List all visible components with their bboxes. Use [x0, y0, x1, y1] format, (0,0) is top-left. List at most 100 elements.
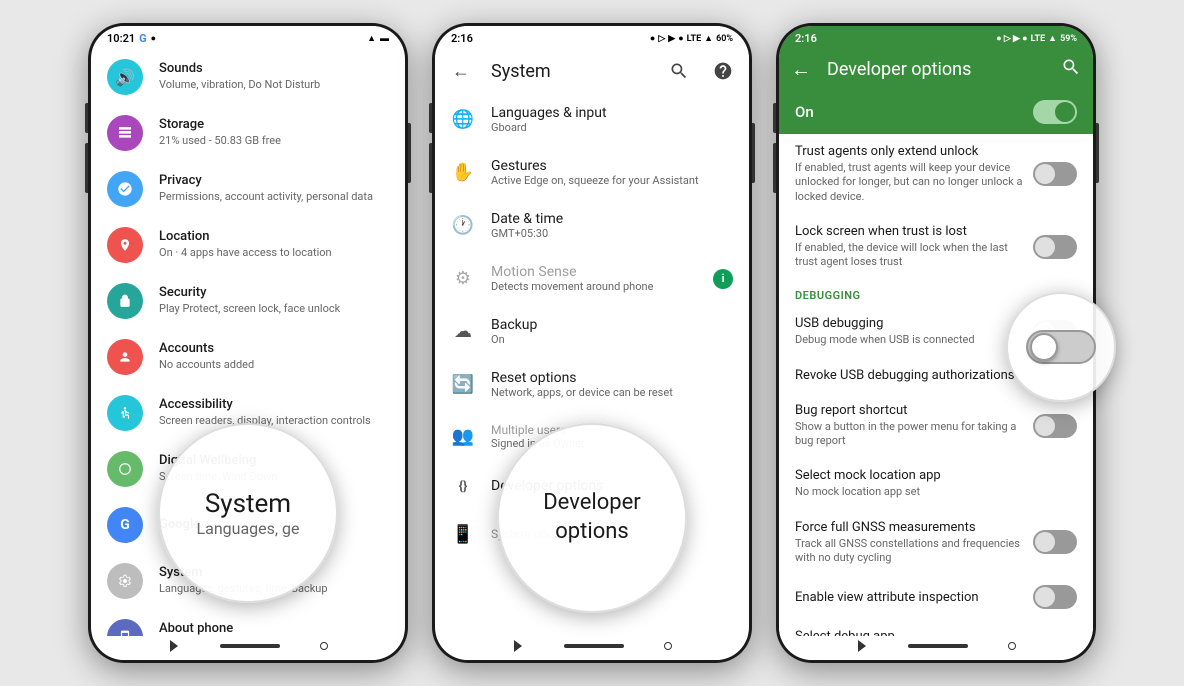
- on-label: On: [795, 103, 814, 121]
- view-attribute-toggle[interactable]: [1033, 585, 1077, 609]
- mock-location-subtitle: No mock location app set: [795, 485, 1077, 499]
- gnss-toggle[interactable]: [1033, 530, 1077, 554]
- privacy-title: Privacy: [159, 173, 389, 190]
- list-item-privacy[interactable]: Privacy Permissions, account activity, p…: [91, 161, 405, 217]
- usb-debugging-subtitle: Debug mode when USB is connected: [795, 333, 1025, 347]
- dev-item-lock-screen[interactable]: Lock screen when trust is lost If enable…: [779, 214, 1093, 280]
- app-bar-2: ← System: [435, 49, 749, 93]
- battery-icon: ▬: [380, 33, 389, 44]
- zoom-text-2: Developer options: [509, 489, 675, 546]
- list-item-security[interactable]: Security Play Protect, screen lock, face…: [91, 273, 405, 329]
- recents-button-2[interactable]: [664, 642, 672, 650]
- languages-title: Languages & input: [491, 105, 733, 121]
- dev-item-view-attribute[interactable]: Enable view attribute inspection: [779, 575, 1093, 619]
- lte-label-2: LTE: [687, 34, 702, 44]
- gestures-subtitle: Active Edge on, squeeze for your Assista…: [491, 174, 733, 187]
- time-3: 2:16: [795, 32, 817, 45]
- list-item-storage[interactable]: Storage 21% used - 50.83 GB free: [91, 105, 405, 161]
- accounts-icon: [107, 339, 143, 375]
- home-button-3[interactable]: [908, 644, 968, 648]
- reset-icon: 🔄: [451, 373, 475, 397]
- dev-bar-title: Developer options: [827, 59, 1045, 80]
- motion-badge: i: [713, 269, 733, 289]
- list-item-location[interactable]: Location On · 4 apps have access to loca…: [91, 217, 405, 273]
- trust-agents-toggle[interactable]: [1033, 162, 1077, 186]
- back-arrow-2[interactable]: ←: [447, 57, 475, 85]
- system-item-backup[interactable]: ☁ Backup On: [435, 305, 749, 358]
- security-title: Security: [159, 285, 389, 302]
- gestures-title: Gestures: [491, 158, 733, 174]
- languages-subtitle: Gboard: [491, 121, 733, 134]
- security-icon: [107, 283, 143, 319]
- status-bar-2: 2:16 ● ▷ ▶ ● LTE ▲ 60%: [435, 26, 749, 49]
- home-button-2[interactable]: [564, 644, 624, 648]
- signal-icon-2: ●: [678, 33, 683, 44]
- bug-report-toggle[interactable]: [1033, 414, 1077, 438]
- motion-subtitle: Detects movement around phone: [491, 280, 697, 293]
- system-icon: [107, 563, 143, 599]
- search-icon-2[interactable]: [665, 57, 693, 85]
- dev-app-bar: ← Developer options: [779, 49, 1093, 90]
- battery-3: 59%: [1060, 34, 1077, 44]
- dev-item-gnss[interactable]: Force full GNSS measurements Track all G…: [779, 510, 1093, 576]
- back-button-3[interactable]: [858, 640, 866, 652]
- time-1: 10:21: [107, 32, 135, 45]
- view-attribute-title: Enable view attribute inspection: [795, 590, 1025, 605]
- system-item-motion[interactable]: ⚙ Motion Sense Detects movement around p…: [435, 252, 749, 305]
- recents-button-1[interactable]: [320, 642, 328, 650]
- languages-icon: 🌐: [451, 108, 475, 132]
- home-button-1[interactable]: [220, 644, 280, 648]
- accessibility-icon: [107, 395, 143, 431]
- system-item-gestures[interactable]: ✋ Gestures Active Edge on, squeeze for y…: [435, 146, 749, 199]
- privacy-icon: [107, 171, 143, 207]
- bug-report-title: Bug report shortcut: [795, 403, 1025, 418]
- help-icon-2[interactable]: [709, 57, 737, 85]
- status-bar-3: 2:16 ● ▷ ▶ ● LTE ▲ 59%: [779, 26, 1093, 49]
- zoom-circle-2: Developer options: [497, 423, 687, 613]
- reset-subtitle: Network, apps, or device can be reset: [491, 386, 733, 399]
- lock-screen-toggle[interactable]: [1033, 235, 1077, 259]
- list-item-about[interactable]: About phone Pixel 4 XL: [91, 609, 405, 636]
- system-item-languages[interactable]: 🌐 Languages & input Gboard: [435, 93, 749, 146]
- phone-2: 2:16 ● ▷ ▶ ● LTE ▲ 60% ← System: [432, 23, 752, 663]
- accounts-title: Accounts: [159, 341, 389, 358]
- signal-bars-2: ▲: [704, 33, 713, 44]
- dev-item-trust-agents[interactable]: Trust agents only extend unlock If enabl…: [779, 134, 1093, 214]
- signal-icon: ●: [151, 33, 156, 44]
- nav-bar-1: [91, 636, 405, 660]
- list-item-sounds[interactable]: 🔊 Sounds Volume, vibration, Do Not Distu…: [91, 49, 405, 105]
- system-item-reset[interactable]: 🔄 Reset options Network, apps, or device…: [435, 358, 749, 411]
- location-icon: [107, 227, 143, 263]
- reset-title: Reset options: [491, 370, 733, 386]
- phone-1: 10:21 G ● ▲ ▬ 🔊 Sounds Volume, vibration…: [88, 23, 408, 663]
- recents-button-3[interactable]: [1008, 642, 1016, 650]
- nav-bar-3: [779, 636, 1093, 660]
- back-button-2[interactable]: [514, 640, 522, 652]
- sounds-icon: 🔊: [107, 59, 143, 95]
- dev-item-debug-app[interactable]: Select debug app: [779, 619, 1093, 636]
- zoom-circle-3: [1006, 292, 1116, 402]
- app-bar-title-2: System: [491, 61, 649, 82]
- developer-icon: {}: [451, 474, 475, 498]
- about-title: About phone: [159, 621, 389, 636]
- about-icon: [107, 619, 143, 636]
- list-item-accounts[interactable]: Accounts No accounts added: [91, 329, 405, 385]
- datetime-title: Date & time: [491, 211, 733, 227]
- system-item-datetime[interactable]: 🕐 Date & time GMT+05:30: [435, 199, 749, 252]
- google-status-icon: G: [139, 32, 147, 45]
- storage-icon: [107, 115, 143, 151]
- developer-toggle[interactable]: [1033, 100, 1077, 124]
- security-subtitle: Play Protect, screen lock, face unlock: [159, 302, 389, 316]
- back-arrow-3[interactable]: ←: [791, 57, 811, 82]
- zoom-circle-1: System Languages, ge: [158, 423, 338, 603]
- location-title: Location: [159, 229, 389, 246]
- back-button-1[interactable]: [170, 640, 178, 652]
- battery-2: 60%: [716, 34, 733, 44]
- dev-item-bug-report[interactable]: Bug report shortcut Show a button in the…: [779, 393, 1093, 459]
- search-icon-3[interactable]: [1061, 57, 1081, 82]
- dev-item-mock-location[interactable]: Select mock location app No mock locatio…: [779, 458, 1093, 509]
- debug-app-title: Select debug app: [795, 629, 1077, 636]
- location-subtitle: On · 4 apps have access to location: [159, 246, 389, 260]
- zoom-sub-1: Languages, ge: [197, 519, 300, 538]
- trust-agents-subtitle: If enabled, trust agents will keep your …: [795, 161, 1025, 204]
